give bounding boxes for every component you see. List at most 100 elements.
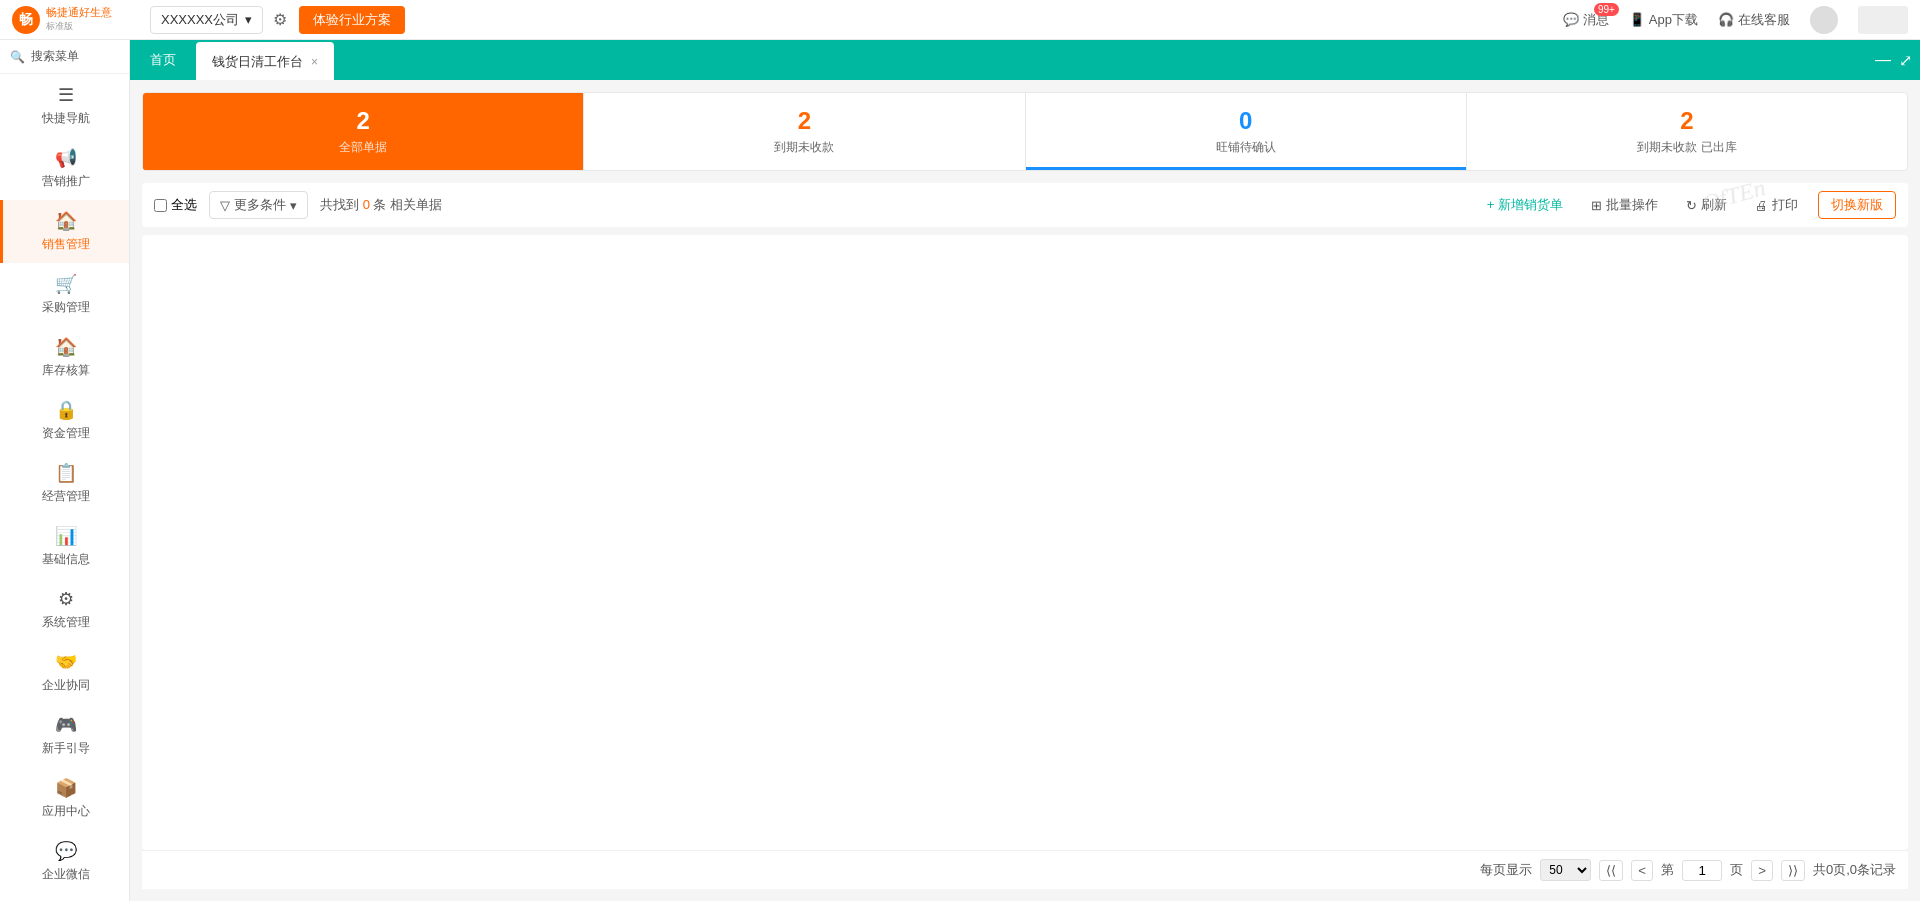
stat-underline-out (1467, 167, 1907, 170)
avatar[interactable] (1810, 6, 1838, 34)
batch-icon: ⊞ (1591, 198, 1602, 213)
quick-nav-icon: ☰ (58, 84, 74, 106)
sidebar-label-marketing: 营销推广 (42, 173, 90, 190)
sidebar-item-member[interactable]: V 畅会员 (0, 893, 129, 901)
stat-label-overdue: 到期未收款 (774, 139, 834, 156)
purchase-icon: 🛒 (55, 273, 77, 295)
first-page-btn[interactable]: ⟨⟨ (1599, 860, 1623, 881)
stat-card-all[interactable]: 2 全部单据 (143, 93, 584, 170)
refresh-label: 刷新 (1701, 196, 1727, 214)
sidebar-label-basic-info: 基础信息 (42, 551, 90, 568)
sidebar-item-finance[interactable]: 🔒 资金管理 (0, 389, 129, 452)
more-filters-btn[interactable]: ▽ 更多条件 ▾ (209, 191, 308, 219)
stat-label-pending: 旺铺待确认 (1216, 139, 1276, 156)
message-badge: 99+ (1594, 3, 1619, 16)
sidebar-item-app-center[interactable]: 📦 应用中心 (0, 767, 129, 830)
stat-underline-all (143, 167, 583, 170)
sidebar-label-sales: 销售管理 (42, 236, 90, 253)
tab-label: 钱货日清工作台 (212, 53, 303, 71)
settings-icon[interactable]: ⚙ (273, 10, 287, 29)
switch-version-btn[interactable]: 切换新版 (1818, 191, 1896, 219)
app-download-label: App下载 (1649, 11, 1698, 29)
sales-icon: 🏠 (55, 210, 77, 232)
trial-button[interactable]: 体验行业方案 (299, 6, 405, 34)
refresh-btn[interactable]: ↻ 刷新 (1678, 192, 1735, 218)
search-label: 搜索菜单 (31, 48, 79, 65)
last-page-btn[interactable]: ⟩⟩ (1781, 860, 1805, 881)
tab-home[interactable]: 首页 (130, 40, 196, 80)
stat-card-pending[interactable]: 0 旺铺待确认 (1026, 93, 1467, 170)
message-item[interactable]: 💬 消息 99+ (1563, 11, 1609, 29)
total-label: 共0页,0条记录 (1813, 861, 1896, 879)
app-center-icon: 📦 (55, 777, 77, 799)
add-order-btn[interactable]: + 新增销货单 (1479, 192, 1571, 218)
system-icon: ⚙ (58, 588, 74, 610)
sidebar-label-quick-nav: 快捷导航 (42, 110, 90, 127)
sidebar-item-operation[interactable]: 📋 经营管理 (0, 452, 129, 515)
batch-btn[interactable]: ⊞ 批量操作 (1583, 192, 1666, 218)
sidebar-item-inventory[interactable]: 🏠 库存核算 (0, 326, 129, 389)
sidebar-label-wechat: 企业微信 (42, 866, 90, 883)
select-all-area[interactable]: 全选 (154, 196, 197, 214)
batch-label: 批量操作 (1606, 196, 1658, 214)
logo-sub: 标准版 (46, 20, 112, 33)
sidebar: 🔍 搜索菜单 ☰ 快捷导航 📢 营销推广 🏠 销售管理 🛒 采购管理 🏠 库存核… (0, 40, 130, 901)
sidebar-label-purchase: 采购管理 (42, 299, 90, 316)
sidebar-item-sales[interactable]: 🏠 销售管理 (0, 200, 129, 263)
stat-underline-overdue (584, 167, 1024, 170)
sidebar-label-finance: 资金管理 (42, 425, 90, 442)
logo-text: 畅捷通好生意 (46, 6, 112, 19)
print-btn[interactable]: 🖨 打印 (1747, 192, 1806, 218)
sidebar-label-operation: 经营管理 (42, 488, 90, 505)
chevron-down-icon: ▾ (290, 198, 297, 213)
operation-icon: 📋 (55, 462, 77, 484)
found-suffix: 相关单据 (390, 197, 442, 212)
sidebar-item-beginner[interactable]: 🎮 新手引导 (0, 704, 129, 767)
per-page-select[interactable]: 50 10 20 100 (1540, 859, 1591, 881)
tab-expand-btn[interactable]: ⤢ (1899, 51, 1912, 70)
page-unit: 页 (1730, 861, 1743, 879)
sidebar-item-system[interactable]: ⚙ 系统管理 (0, 578, 129, 641)
found-count: 0 (363, 197, 370, 212)
tab-current[interactable]: 钱货日清工作台 × (196, 42, 334, 82)
prev-page-btn[interactable]: < (1631, 860, 1653, 881)
select-all-checkbox[interactable] (154, 199, 167, 212)
stat-number-overdue: 2 (798, 107, 811, 135)
toolbar: 全选 ▽ 更多条件 ▾ 共找到 0 条 相关单据 + 新增销货单 ⊞ (142, 183, 1908, 227)
stat-label-out: 到期未收款 已出库 (1637, 139, 1736, 156)
online-service-item[interactable]: 🎧 在线客服 (1718, 11, 1790, 29)
top-header: 畅 畅捷通好生意 标准版 XXXXXX公司 ▾ ⚙ 体验行业方案 💬 消息 99… (0, 0, 1920, 40)
stat-card-overdue[interactable]: 2 到期未收款 (584, 93, 1025, 170)
basic-info-icon: 📊 (55, 525, 77, 547)
stat-number-all: 2 (356, 107, 369, 135)
main-layout: 🔍 搜索菜单 ☰ 快捷导航 📢 营销推广 🏠 销售管理 🛒 采购管理 🏠 库存核… (0, 40, 1920, 901)
pagination: 每页显示 50 10 20 100 ⟨⟨ < 第 页 > ⟩⟩ 共0页,0条记录 (142, 850, 1908, 889)
company-selector[interactable]: XXXXXX公司 ▾ (150, 6, 263, 34)
stat-card-out[interactable]: 2 到期未收款 已出库 (1467, 93, 1907, 170)
sidebar-item-wechat[interactable]: 💬 企业微信 (0, 830, 129, 893)
toolbar-right: + 新增销货单 ⊞ 批量操作 ↻ 刷新 🖨 打印 切换新版 (1479, 191, 1896, 219)
select-all-label: 全选 (171, 196, 197, 214)
logo-icon: 畅 (12, 6, 40, 34)
stat-number-pending: 0 (1239, 107, 1252, 135)
sidebar-item-basic-info[interactable]: 📊 基础信息 (0, 515, 129, 578)
sidebar-item-purchase[interactable]: 🛒 采购管理 (0, 263, 129, 326)
sidebar-item-quick-nav[interactable]: ☰ 快捷导航 (0, 74, 129, 137)
logo-area: 畅 畅捷通好生意 标准版 (12, 6, 142, 34)
refresh-icon: ↻ (1686, 198, 1697, 213)
page-input[interactable] (1682, 860, 1722, 881)
table-empty (142, 235, 1908, 850)
next-page-btn[interactable]: > (1751, 860, 1773, 881)
sidebar-item-marketing[interactable]: 📢 营销推广 (0, 137, 129, 200)
tab-bar: 首页 钱货日清工作台 × — ⤢ (130, 40, 1920, 80)
message-icon: 💬 (1563, 12, 1579, 27)
sidebar-item-enterprise[interactable]: 🤝 企业协同 (0, 641, 129, 704)
app-download-item[interactable]: 📱 App下载 (1629, 11, 1698, 29)
tab-minimize-btn[interactable]: — (1875, 51, 1891, 69)
sidebar-search[interactable]: 🔍 搜索菜单 (0, 40, 129, 74)
page-content: 2 全部单据 2 到期未收款 0 旺铺待确认 2 到期未收款 已出库 (130, 80, 1920, 901)
print-icon: 🖨 (1755, 198, 1768, 213)
stats-row: 2 全部单据 2 到期未收款 0 旺铺待确认 2 到期未收款 已出库 (142, 92, 1908, 171)
sidebar-label-app-center: 应用中心 (42, 803, 90, 820)
tab-close-icon[interactable]: × (311, 55, 318, 69)
